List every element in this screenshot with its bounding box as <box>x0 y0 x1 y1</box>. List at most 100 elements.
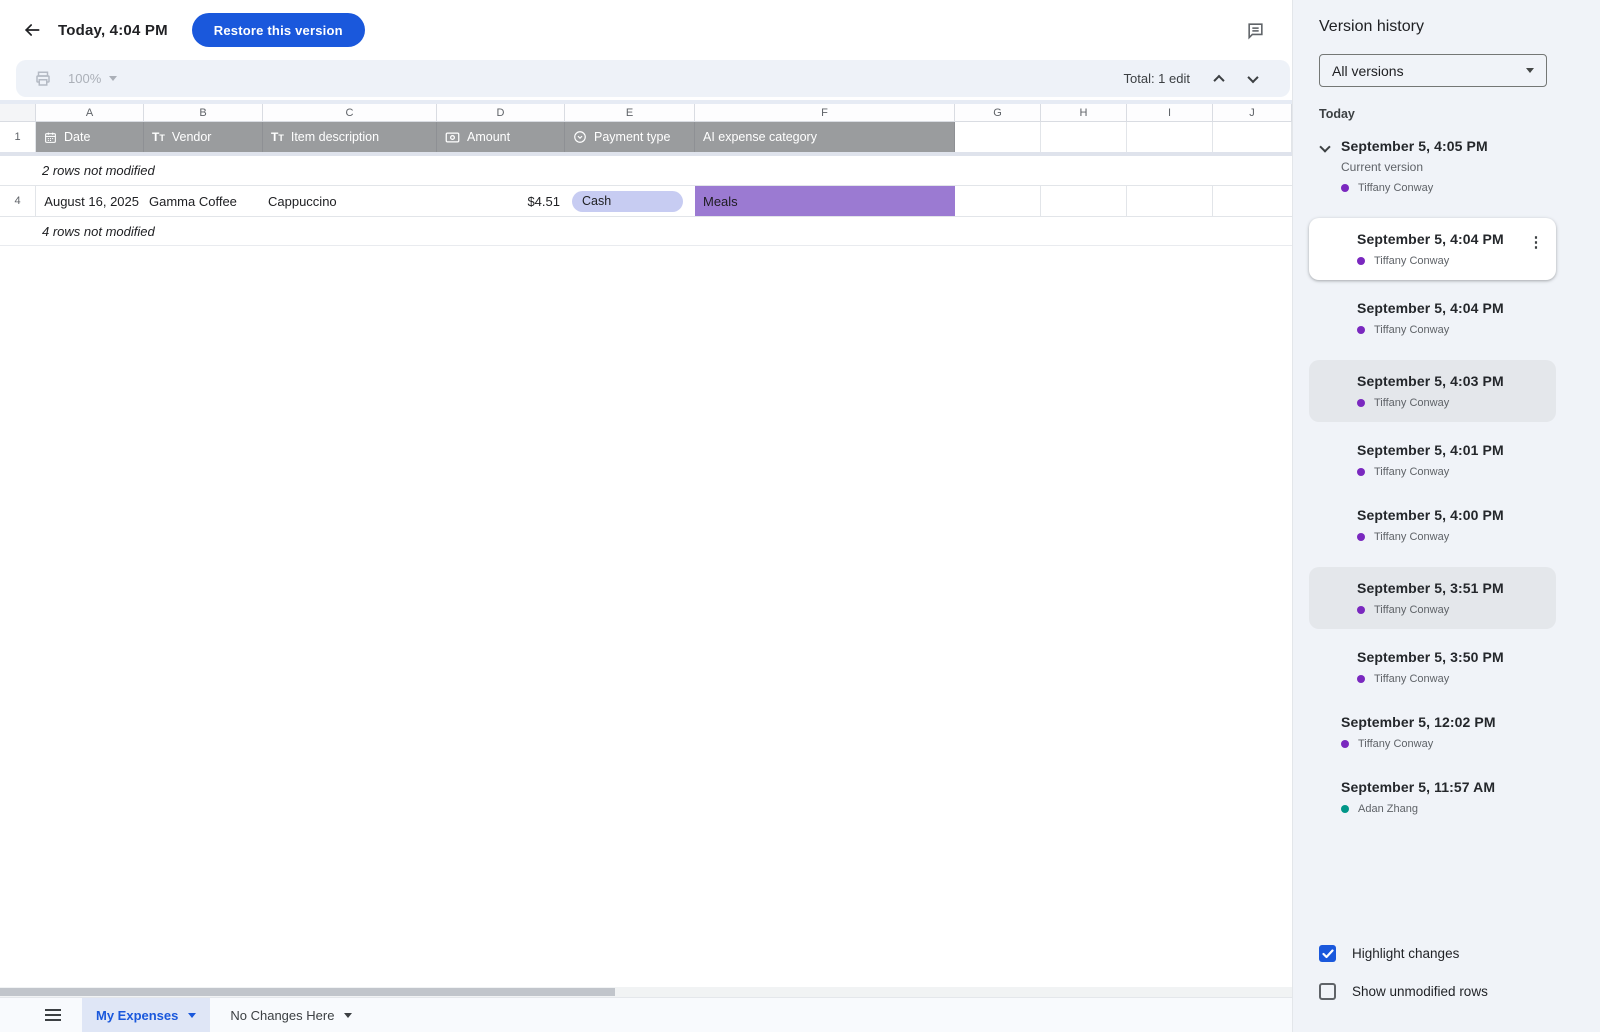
chevron-down-icon <box>1526 68 1534 73</box>
version-entry[interactable]: September 5, 4:00 PM Tiffany Conway <box>1309 502 1556 550</box>
panel-options: Highlight changes Show unmodified rows <box>1293 924 1600 1000</box>
payment-type-chip[interactable]: Cash <box>572 190 683 212</box>
select-all-corner[interactable] <box>0 104 36 122</box>
column-header-g[interactable]: G <box>955 104 1041 122</box>
version-entry-selected[interactable]: September 5, 4:04 PM ⋮ Tiffany Conway <box>1309 218 1556 280</box>
cell-expense-category[interactable]: Meals <box>695 186 955 216</box>
header-cell-payment-type[interactable]: Payment type <box>565 122 695 152</box>
author-dot <box>1341 805 1349 813</box>
day-group-label: Today <box>1319 107 1355 121</box>
cell-h4[interactable] <box>1041 186 1127 216</box>
header-label: Date <box>64 130 91 144</box>
version-filter-dropdown[interactable]: All versions <box>1319 54 1547 87</box>
column-header-h[interactable]: H <box>1041 104 1127 122</box>
checkbox-label: Show unmodified rows <box>1352 984 1488 999</box>
header-label: Vendor <box>171 130 212 144</box>
version-time: September 5, 4:00 PM <box>1357 507 1504 523</box>
author-dot <box>1341 184 1349 192</box>
author-dot <box>1357 675 1365 683</box>
zoom-control[interactable]: 100% <box>68 71 118 86</box>
checkbox-label: Highlight changes <box>1352 946 1460 961</box>
highlight-changes-checkbox[interactable]: Highlight changes <box>1319 945 1600 962</box>
sheet-tab-label: My Expenses <box>96 1007 179 1023</box>
all-sheets-menu-button[interactable] <box>36 1000 70 1030</box>
version-entry[interactable]: September 5, 3:50 PM Tiffany Conway <box>1309 644 1556 692</box>
sheet-tab-bar: My Expenses No Changes Here <box>0 997 1292 1032</box>
cell-i1[interactable] <box>1127 122 1213 152</box>
cell-amount[interactable]: $4.51 <box>437 186 565 216</box>
horizontal-scrollbar-thumb[interactable] <box>0 988 615 996</box>
chevron-down-icon[interactable] <box>1319 141 1331 153</box>
author-dot <box>1357 326 1365 334</box>
version-entry[interactable]: September 5, 3:51 PM Tiffany Conway <box>1309 567 1556 629</box>
cell-g1[interactable] <box>955 122 1041 152</box>
header-cell-vendor[interactable]: TT Vendor <box>144 122 263 152</box>
author-name: Tiffany Conway <box>1374 397 1450 409</box>
row-number[interactable]: 4 <box>0 186 36 216</box>
version-entry[interactable]: September 5, 12:02 PM Tiffany Conway <box>1309 709 1556 757</box>
zoom-level: 100% <box>68 71 102 86</box>
header-cell-amount[interactable]: Amount <box>437 122 565 152</box>
back-button[interactable] <box>14 12 50 48</box>
author-name: Tiffany Conway <box>1358 738 1434 750</box>
author-dot <box>1357 399 1365 407</box>
cell-j1[interactable] <box>1213 122 1292 152</box>
version-entry[interactable]: September 5, 11:57 AM Adan Zhang <box>1309 774 1556 822</box>
text-format-icon: TT <box>271 129 284 144</box>
calendar-icon <box>44 131 57 144</box>
author-dot <box>1357 468 1365 476</box>
top-bar: Today, 4:04 PM Restore this version <box>0 0 1292 60</box>
author-name: Tiffany Conway <box>1374 604 1450 616</box>
cell-item-description[interactable]: Cappuccino <box>263 186 437 216</box>
column-header-strip: A B C D E F G H I J <box>0 104 1292 122</box>
version-history-panel: Version history All versions Today Septe… <box>1292 0 1600 1032</box>
column-header-b[interactable]: B <box>144 104 263 122</box>
version-list: September 5, 4:05 PM Current version Tif… <box>1293 133 1600 839</box>
restore-version-button[interactable]: Restore this version <box>191 13 365 47</box>
spreadsheet-grid: A B C D E F G H I J 1 Date TT Vendor TT … <box>0 100 1292 246</box>
comment-icon <box>1246 21 1265 40</box>
header-cell-expense-category[interactable]: AI expense category <box>695 122 955 152</box>
sheet-tab-my-expenses[interactable]: My Expenses <box>82 997 211 1032</box>
header-cell-date[interactable]: Date <box>36 122 144 152</box>
column-header-e[interactable]: E <box>565 104 695 122</box>
more-options-button[interactable]: ⋮ <box>1524 230 1548 254</box>
comments-button[interactable] <box>1238 13 1272 47</box>
cell-g4[interactable] <box>955 186 1041 216</box>
cell-j4[interactable] <box>1213 186 1292 216</box>
column-header-f[interactable]: F <box>695 104 955 122</box>
previous-edit-button[interactable] <box>1204 64 1234 94</box>
column-header-d[interactable]: D <box>437 104 565 122</box>
version-entry[interactable]: September 5, 4:01 PM Tiffany Conway <box>1309 437 1556 485</box>
column-header-j[interactable]: J <box>1213 104 1292 122</box>
header-label: Item description <box>290 130 380 144</box>
modified-data-row: 4 August 16, 2025 Gamma Coffee Cappuccin… <box>0 185 1292 217</box>
print-button[interactable] <box>28 64 58 94</box>
version-time: September 5, 4:05 PM <box>1341 138 1488 154</box>
cell-date[interactable]: August 16, 2025 <box>36 186 144 216</box>
cell-i4[interactable] <box>1127 186 1213 216</box>
sheet-tab-no-changes-here[interactable]: No Changes Here <box>216 998 366 1032</box>
checkbox-unchecked-icon[interactable] <box>1319 983 1336 1000</box>
header-label: AI expense category <box>703 130 817 144</box>
cell-vendor[interactable]: Gamma Coffee <box>144 186 263 216</box>
version-entry-current[interactable]: September 5, 4:05 PM Current version Tif… <box>1309 133 1556 201</box>
header-label: Payment type <box>594 130 671 144</box>
version-toolbar: 100% Total: 1 edit <box>16 60 1290 97</box>
row-number[interactable]: 1 <box>0 122 36 152</box>
show-unmodified-rows-checkbox[interactable]: Show unmodified rows <box>1319 983 1600 1000</box>
version-time: September 5, 4:04 PM <box>1357 300 1504 316</box>
column-header-c[interactable]: C <box>263 104 437 122</box>
version-time: September 5, 4:04 PM <box>1357 231 1504 247</box>
column-header-a[interactable]: A <box>36 104 144 122</box>
version-time: September 5, 12:02 PM <box>1341 714 1496 730</box>
chevron-down-icon <box>344 1012 353 1018</box>
checkbox-checked-icon[interactable] <box>1319 945 1336 962</box>
version-entry[interactable]: September 5, 4:03 PM Tiffany Conway <box>1309 360 1556 422</box>
column-header-i[interactable]: I <box>1127 104 1213 122</box>
cell-h1[interactable] <box>1041 122 1127 152</box>
next-edit-button[interactable] <box>1238 64 1268 94</box>
version-entry[interactable]: September 5, 4:04 PM Tiffany Conway <box>1309 295 1556 343</box>
cell-payment-type[interactable]: Cash <box>565 186 695 216</box>
header-cell-item-description[interactable]: TT Item description <box>263 122 437 152</box>
